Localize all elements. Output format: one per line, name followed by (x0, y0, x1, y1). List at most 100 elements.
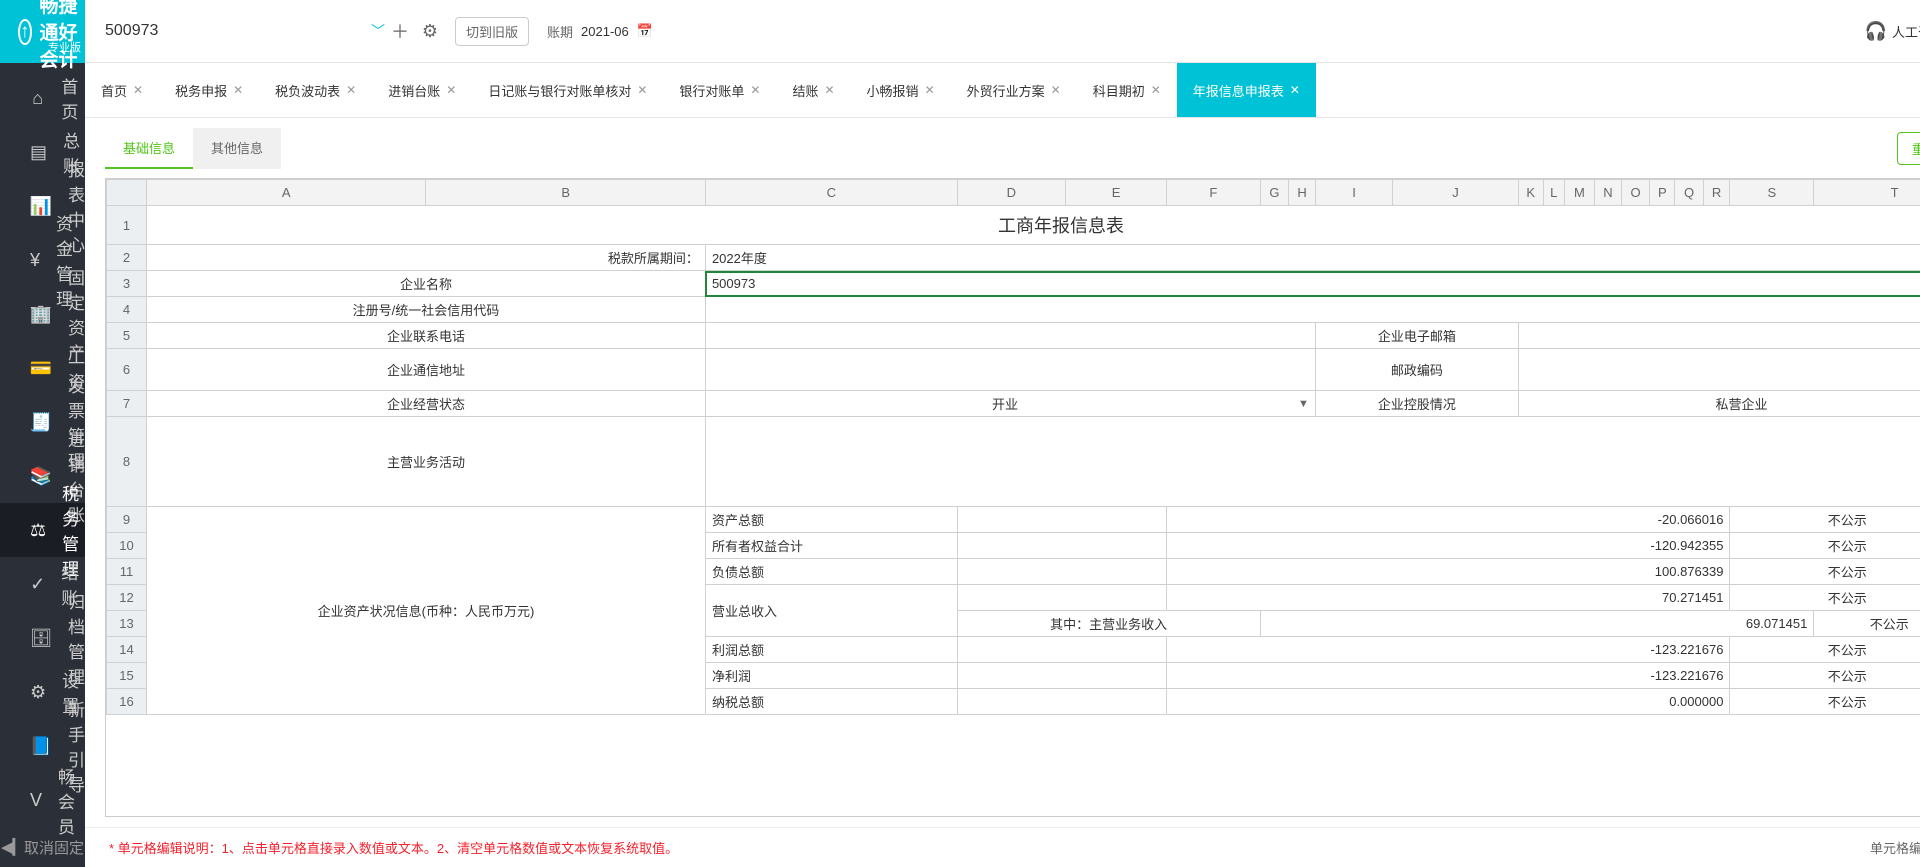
value-cell[interactable]: -20.066016 (1167, 507, 1730, 533)
row-header[interactable]: 2 (107, 245, 147, 271)
close-icon[interactable]: ✕ (637, 83, 647, 97)
publish-select[interactable]: 不公示▼ (1730, 507, 1920, 533)
publish-select[interactable]: 不公示▼ (1814, 611, 1920, 637)
row-header[interactable]: 10 (107, 533, 147, 559)
tab-6[interactable]: 结账✕ (776, 63, 850, 117)
col-header[interactable]: O (1621, 180, 1650, 206)
row-header[interactable]: 9 (107, 507, 147, 533)
tab-3[interactable]: 进销台账✕ (372, 63, 472, 117)
row-header[interactable]: 14 (107, 637, 147, 663)
sidebar-item-0[interactable]: ⌂ 首页 (0, 71, 85, 125)
publish-select[interactable]: 不公示▼ (1730, 533, 1920, 559)
close-icon[interactable]: ✕ (446, 83, 456, 97)
value-cell[interactable]: -123.221676 (1167, 637, 1730, 663)
col-header[interactable]: G (1260, 180, 1289, 206)
value-cell[interactable]: 0.000000 (1167, 689, 1730, 715)
row-header[interactable]: 15 (107, 663, 147, 689)
col-header[interactable]: Q (1675, 180, 1704, 206)
close-icon[interactable]: ✕ (750, 83, 760, 97)
col-header[interactable]: J (1393, 180, 1519, 206)
gear-icon[interactable]: ⚙ (415, 21, 445, 42)
close-icon[interactable]: ✕ (1051, 83, 1061, 97)
tab-9[interactable]: 科目期初✕ (1077, 63, 1177, 117)
row-header[interactable]: 5 (107, 323, 147, 349)
col-header[interactable]: C (705, 180, 957, 206)
publish-select[interactable]: 不公示▼ (1730, 637, 1920, 663)
nav-icon: ✓ (30, 573, 45, 595)
col-header[interactable]: H (1289, 180, 1316, 206)
nav-icon: 🧾 (30, 411, 52, 433)
reset-button[interactable]: 重置报表 (1897, 132, 1920, 165)
row-header[interactable]: 13 (107, 611, 147, 637)
topbar: 500973 ﹀ ＋ ⚙ 切到旧版 账期 2021-06 📅 🎧 人工咨询 👤 … (85, 0, 1920, 63)
publish-select[interactable]: 不公示▼ (1730, 689, 1920, 715)
tab-2[interactable]: 税负波动表✕ (259, 63, 372, 117)
sidebar-item-10[interactable]: 🗄归档管理 (0, 611, 85, 665)
tab-8[interactable]: 外贸行业方案✕ (951, 63, 1077, 117)
help-link[interactable]: 🎧 人工咨询 (1865, 21, 1920, 42)
tab-5[interactable]: 银行对账单✕ (663, 63, 776, 117)
spreadsheet[interactable]: ABCDEFGHIJKLMNOPQRST1工商年报信息表2税款所属期间：2022… (105, 178, 1920, 817)
close-icon[interactable]: ✕ (133, 83, 143, 97)
row-header[interactable]: 1 (107, 206, 147, 245)
row-header[interactable]: 16 (107, 689, 147, 715)
chevron-down-icon: ▼ (1298, 398, 1309, 410)
col-header[interactable]: S (1730, 180, 1814, 206)
col-header[interactable]: E (1066, 180, 1167, 206)
row-header[interactable]: 3 (107, 271, 147, 297)
sidebar-item-8[interactable]: ⚖税务管理 (0, 503, 85, 557)
col-header[interactable]: P (1650, 180, 1675, 206)
close-icon[interactable]: ✕ (346, 83, 356, 97)
nav-icon: ⌂ (30, 87, 45, 109)
close-icon[interactable]: ✕ (824, 83, 834, 97)
add-icon[interactable]: ＋ (385, 18, 415, 44)
publish-select[interactable]: 不公示▼ (1730, 585, 1920, 611)
subtab-basic[interactable]: 基础信息 (105, 128, 193, 169)
row-header[interactable]: 8 (107, 417, 147, 507)
col-header[interactable]: D (957, 180, 1065, 206)
tab-1[interactable]: 税务申报✕ (159, 63, 259, 117)
tab-7[interactable]: 小畅报销✕ (851, 63, 951, 117)
switch-old-button[interactable]: 切到旧版 (455, 17, 529, 46)
col-header[interactable]: T (1814, 180, 1920, 206)
col-header[interactable]: B (426, 180, 706, 206)
col-header[interactable]: M (1564, 180, 1594, 206)
calendar-icon[interactable]: 📅 (637, 23, 653, 39)
close-icon[interactable]: ✕ (1290, 83, 1300, 97)
col-header[interactable]: A (147, 180, 426, 206)
sidebar-item-13[interactable]: V畅会员 (0, 773, 85, 827)
unpin-button[interactable]: ◀▎ 取消固定 (0, 827, 85, 867)
row-header[interactable]: 6 (107, 349, 147, 391)
publish-select[interactable]: 不公示▼ (1730, 559, 1920, 585)
row-header[interactable]: 12 (107, 585, 147, 611)
close-icon[interactable]: ✕ (1151, 83, 1161, 97)
value-cell[interactable]: 100.876339 (1167, 559, 1730, 585)
status-select[interactable]: 开业▼ (705, 391, 1315, 417)
tab-0[interactable]: 首页✕ (85, 63, 159, 117)
holding-select[interactable]: 私营企业▼ (1518, 391, 1920, 417)
value-cell[interactable]: -120.942355 (1167, 533, 1730, 559)
company-name-cell[interactable]: 500973 (705, 271, 1920, 297)
value-cell[interactable]: -123.221676 (1167, 663, 1730, 689)
close-icon[interactable]: ✕ (233, 83, 243, 97)
col-header[interactable]: L (1543, 180, 1564, 206)
col-header[interactable]: F (1167, 180, 1261, 206)
org-selector[interactable]: 500973 ﹀ (105, 21, 385, 41)
value-cell[interactable]: 70.271451 (1167, 585, 1730, 611)
row-header[interactable]: 11 (107, 559, 147, 585)
footer-note: * 单元格编辑说明：1、点击单元格直接录入数值或文本。2、清空单元格数值或文本恢… (109, 838, 678, 857)
tab-10[interactable]: 年报信息申报表✕ (1177, 63, 1316, 117)
col-header[interactable]: I (1315, 180, 1392, 206)
row-header[interactable]: 7 (107, 391, 147, 417)
col-header[interactable]: R (1703, 180, 1730, 206)
tab-4[interactable]: 日记账与银行对账单核对✕ (472, 63, 663, 117)
row-header[interactable]: 4 (107, 297, 147, 323)
sidebar-item-4[interactable]: 🏢固定资产 (0, 287, 85, 341)
value-cell[interactable]: 69.071451 (1260, 611, 1814, 637)
col-header[interactable]: N (1595, 180, 1622, 206)
publish-select[interactable]: 不公示▼ (1730, 663, 1920, 689)
nav-label: 首页 (61, 73, 85, 123)
subtab-other[interactable]: 其他信息 (193, 128, 281, 169)
col-header[interactable]: K (1518, 180, 1543, 206)
close-icon[interactable]: ✕ (925, 83, 935, 97)
